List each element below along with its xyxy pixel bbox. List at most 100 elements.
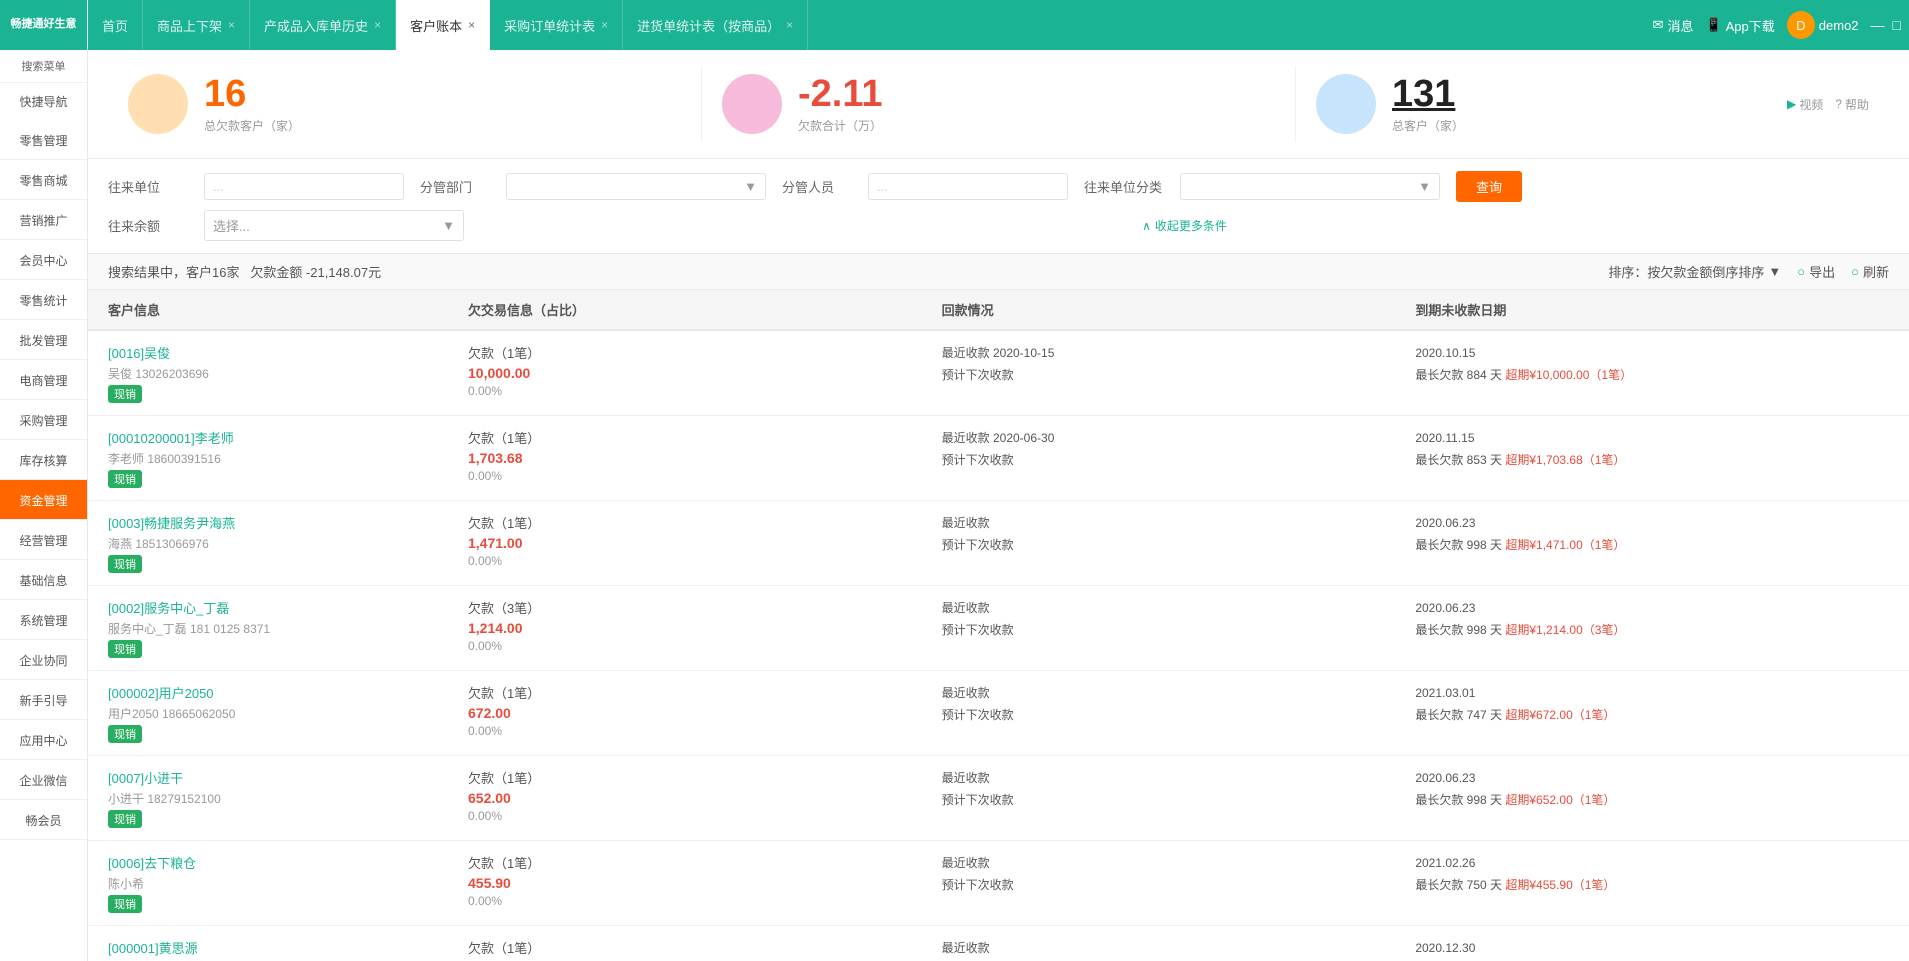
sidebar-item-purchase[interactable]: 采购管理 xyxy=(0,400,87,440)
sidebar-item-stock[interactable]: 库存核算 xyxy=(0,440,87,480)
tab-home[interactable]: 首页 xyxy=(88,0,143,50)
overdue-link-6[interactable]: 超期¥455.90（1笔） xyxy=(1505,878,1615,892)
vendor-input[interactable]: ... xyxy=(204,173,404,200)
client-name-0[interactable]: [0016]吴俊 xyxy=(108,343,468,362)
tab-close-stock_stats[interactable]: × xyxy=(786,18,793,32)
payback-info-3: 最近收款 预计下次收款 xyxy=(942,598,1416,641)
payback-next-6: 预计下次收款 xyxy=(942,875,1416,897)
results-bar: 搜索结果中，客户16家 欠款金额 -21,148.07元 排序：按欠款金额倒序排… xyxy=(88,254,1909,290)
sidebar-item-app_center[interactable]: 应用中心 xyxy=(0,720,87,760)
overdue-link-2[interactable]: 超期¥1,471.00（1笔） xyxy=(1505,538,1625,552)
due-date-4: 2021.03.01 xyxy=(1415,683,1889,705)
status-tag-1: 现销 xyxy=(108,470,142,488)
client-name-1[interactable]: [00010200001]李老师 xyxy=(108,428,468,447)
tab-close-customer_account[interactable]: × xyxy=(468,18,475,32)
category-select[interactable]: ▼ xyxy=(1180,173,1440,200)
sidebar-item-member[interactable]: 畅会员 xyxy=(0,800,87,840)
debt-amount-6: 455.90 xyxy=(468,875,942,891)
department-select[interactable]: ▼ xyxy=(506,173,766,200)
due-info-5: 2020.06.23 最长欠款 998 天 超期¥652.00（1笔） xyxy=(1415,768,1889,811)
col-due: 到期未收款日期 xyxy=(1415,300,1889,319)
overdue-link-4[interactable]: 超期¥672.00（1笔） xyxy=(1505,708,1615,722)
client-name-5[interactable]: [0007]小进干 xyxy=(108,768,468,787)
help-btn[interactable]: ? 帮助 xyxy=(1835,96,1869,113)
client-name-6[interactable]: [0006]去下粮仓 xyxy=(108,853,468,872)
client-phone-1: 李老师 18600391516 xyxy=(108,450,468,467)
sidebar-item-basic_info[interactable]: 基础信息 xyxy=(0,560,87,600)
client-name-3[interactable]: [0002]服务中心_丁磊 xyxy=(108,598,468,617)
sidebar-item-members[interactable]: 会员中心 xyxy=(0,240,87,280)
sidebar-item-operations[interactable]: 经营管理 xyxy=(0,520,87,560)
overdue-link-3[interactable]: 超期¥1,214.00（3笔） xyxy=(1505,623,1625,637)
collapse-button[interactable]: ∧ 收起更多条件 xyxy=(1142,217,1227,234)
payback-date-6: 最近收款 xyxy=(942,853,1416,875)
collapse-icon: ∧ xyxy=(1142,219,1151,233)
tab-close-purchase_stats[interactable]: × xyxy=(601,18,608,32)
sidebar-item-wechat[interactable]: 企业微信 xyxy=(0,760,87,800)
user-avatar[interactable]: D demo2 xyxy=(1787,11,1859,39)
app-download-btn[interactable]: 📱 App下载 xyxy=(1705,16,1774,35)
summary-card-1: ¥ 16 总欠款客户（家） xyxy=(108,66,702,142)
sidebar-item-marketing[interactable]: 营销推广 xyxy=(0,200,87,240)
overdue-link-1[interactable]: 超期¥1,703.68（1笔） xyxy=(1505,453,1625,467)
refresh-button[interactable]: ○ 刷新 xyxy=(1851,262,1889,281)
filter-row-1: 往来单位 ... 分管部门 ▼ 分管人员 ... 往来单位分类 ▼ xyxy=(108,171,1889,202)
tab-stock_stats[interactable]: 进货单统计表（按商品）× xyxy=(623,0,808,50)
due-info-2: 2020.06.23 最长欠款 998 天 超期¥1,471.00（1笔） xyxy=(1415,513,1889,556)
search-button[interactable]: 查询 xyxy=(1456,171,1522,202)
nav-label-members: 会员中心 xyxy=(19,252,67,269)
payback-date-3: 最近收款 xyxy=(942,598,1416,620)
sidebar-item-retail_stats[interactable]: 零售统计 xyxy=(0,280,87,320)
export-button[interactable]: ○ 导出 xyxy=(1797,262,1835,281)
person-label: 分管人员 xyxy=(782,177,852,196)
minimize-button[interactable]: — xyxy=(1871,17,1885,33)
table-row: [00010200001]李老师 李老师 18600391516 现销 欠款（1… xyxy=(88,416,1909,501)
due-date-3: 2020.06.23 xyxy=(1415,598,1889,620)
tab-stock_history[interactable]: 产成品入库单历史× xyxy=(250,0,396,50)
overdue-days-3: 最长欠款 998 天 超期¥1,214.00（3笔） xyxy=(1415,620,1889,642)
tab-close-product_shelf[interactable]: × xyxy=(228,18,235,32)
debt-label-6: 欠款（1笔） xyxy=(468,853,942,872)
client-name-2[interactable]: [0003]畅捷服务尹海燕 xyxy=(108,513,468,532)
maximize-button[interactable]: □ xyxy=(1893,17,1901,33)
sidebar-item-batch_mgmt[interactable]: 批发管理 xyxy=(0,320,87,360)
tab-purchase_stats[interactable]: 采购订单统计表× xyxy=(490,0,623,50)
summary-num-1: 16 xyxy=(204,75,300,113)
client-name-7[interactable]: [000001]黄思源 xyxy=(108,938,468,957)
video-btn[interactable]: ▶ 视频 xyxy=(1787,96,1823,113)
tab-product_shelf[interactable]: 商品上下架× xyxy=(143,0,250,50)
overdue-days-2: 最长欠款 998 天 超期¥1,471.00（1笔） xyxy=(1415,535,1889,557)
sort-button[interactable]: 排序：按欠款金额倒序排序 ▼ xyxy=(1608,262,1781,281)
message-icon: ✉ xyxy=(1653,17,1664,33)
summary-card-3: 131 总客户（家） ▶ 视频 ? 帮助 xyxy=(1296,66,1889,142)
tab-bar: 首页商品上下架×产成品入库单历史×客户账本×采购订单统计表×进货单统计表（按商品… xyxy=(88,0,1641,50)
nav-label-finance: 资金管理 xyxy=(19,492,67,509)
tab-close-stock_history[interactable]: × xyxy=(374,18,381,32)
sidebar-item-beginner[interactable]: 新手引导 xyxy=(0,680,87,720)
table-body: [0016]吴俊 吴俊 13026203696 现销 欠款（1笔） 10,000… xyxy=(88,331,1909,961)
sidebar-item-retail_mgmt[interactable]: 零售管理 xyxy=(0,120,87,160)
sidebar-item-retail_mall[interactable]: 零售商城 xyxy=(0,160,87,200)
due-info-3: 2020.06.23 最长欠款 998 天 超期¥1,214.00（3笔） xyxy=(1415,598,1889,641)
overdue-link-5[interactable]: 超期¥652.00（1笔） xyxy=(1505,793,1615,807)
search-menu[interactable]: 搜索菜单 xyxy=(0,50,87,83)
payback-date-0: 最近收款 2020-10-15 xyxy=(942,343,1416,365)
tab-customer_account[interactable]: 客户账本× xyxy=(396,0,490,50)
person-input[interactable]: ... xyxy=(868,173,1068,200)
sidebar-item-ecommerce[interactable]: 电商管理 xyxy=(0,360,87,400)
payback-next-0: 预计下次收款 xyxy=(942,365,1416,387)
quick-nav[interactable]: 快捷导航 xyxy=(0,83,87,120)
sidebar-item-enterprise[interactable]: 企业协同 xyxy=(0,640,87,680)
message-btn[interactable]: ✉ 消息 xyxy=(1653,16,1694,35)
payback-info-4: 最近收款 预计下次收款 xyxy=(942,683,1416,726)
nav-label-purchase: 采购管理 xyxy=(19,412,67,429)
payback-date-1: 最近收款 2020-06-30 xyxy=(942,428,1416,450)
debt-ratio-6: 0.00% xyxy=(468,894,942,908)
sidebar-item-system[interactable]: 系统管理 xyxy=(0,600,87,640)
overdue-link-0[interactable]: 超期¥10,000.00（1笔） xyxy=(1505,368,1632,382)
balance-select[interactable]: 选择... ▼ xyxy=(204,210,464,241)
app-download-icon: 📱 xyxy=(1705,17,1721,33)
client-phone-4: 用户2050 18665062050 xyxy=(108,705,468,722)
sidebar-item-finance[interactable]: 资金管理 xyxy=(0,480,87,520)
client-name-4[interactable]: [000002]用户2050 xyxy=(108,683,468,702)
